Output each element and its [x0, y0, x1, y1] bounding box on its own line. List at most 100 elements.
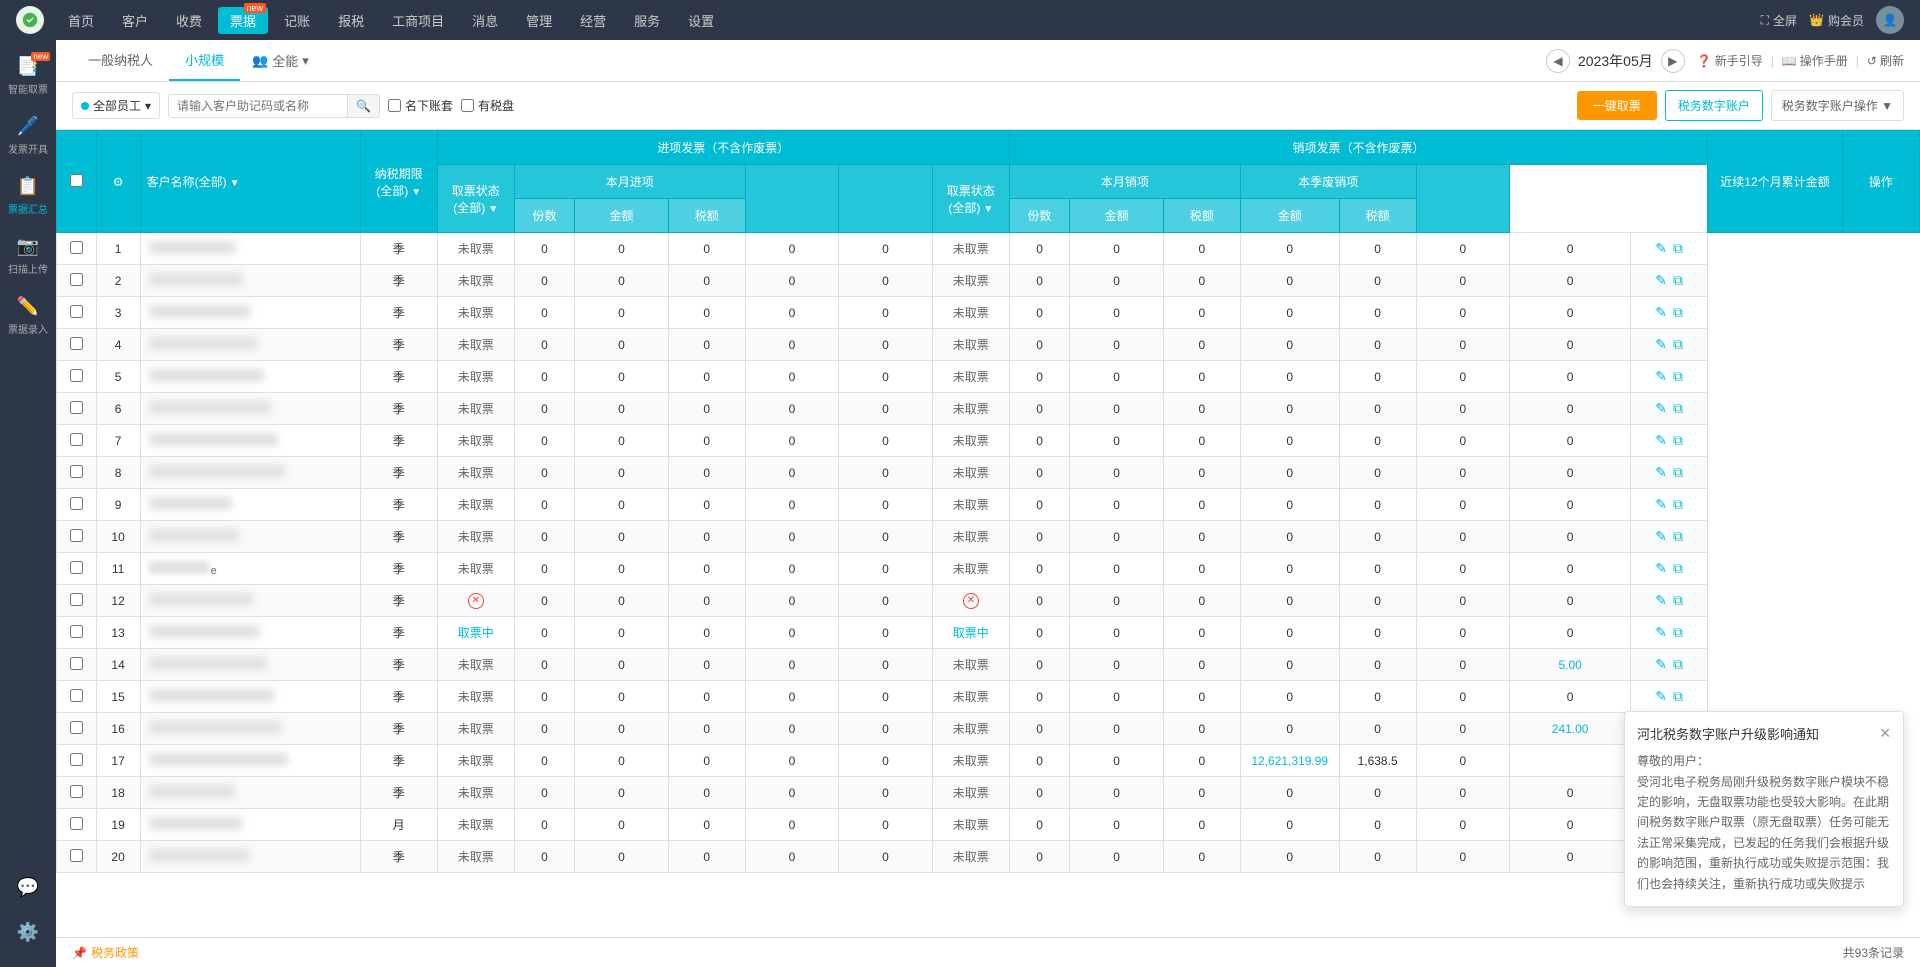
row-checkbox[interactable] — [70, 337, 83, 350]
edit-icon[interactable]: ✎ — [1655, 464, 1667, 481]
copy-icon[interactable]: ⧉ — [1673, 464, 1683, 481]
notification-close-button[interactable]: ✕ — [1879, 725, 1891, 742]
sidebar-item-invoice-open[interactable]: 🖊️ 发票开具 — [0, 108, 56, 164]
edit-icon[interactable]: ✎ — [1655, 496, 1667, 513]
one-click-tax-button[interactable]: 一键取票 — [1577, 91, 1657, 120]
row-checkbox[interactable] — [70, 497, 83, 510]
cumulative-link[interactable]: 241.00 — [1552, 722, 1589, 736]
guide-button[interactable]: ❓ 新手引导 — [1697, 52, 1763, 69]
sidebar-item-scan-upload[interactable]: 📷 扫描上传 — [0, 228, 56, 284]
sidebar-item-invoice-entry[interactable]: ✏️ 票据录入 — [0, 288, 56, 344]
employee-selector[interactable]: 全部员工 ▾ — [72, 92, 160, 119]
nav-item-customer[interactable]: 客户 — [110, 7, 160, 34]
nav-item-bookkeeping[interactable]: 记账 — [272, 7, 322, 34]
edit-icon[interactable]: ✎ — [1655, 560, 1667, 577]
row-checkbox[interactable] — [70, 849, 83, 862]
xiao-status-sort-icon[interactable]: ▼ — [983, 204, 993, 215]
row-checkbox[interactable] — [70, 593, 83, 606]
cumulative-link[interactable]: 5.00 — [1558, 658, 1581, 672]
row-checkbox[interactable] — [70, 785, 83, 798]
sidebar-item-setting[interactable]: ⚙️ — [13, 914, 43, 951]
copy-icon[interactable]: ⧉ — [1673, 400, 1683, 417]
edit-icon[interactable]: ✎ — [1655, 528, 1667, 545]
user-avatar[interactable]: 👤 — [1876, 6, 1904, 34]
status-unget: 未取票 — [953, 338, 989, 352]
row-checkbox[interactable] — [70, 753, 83, 766]
edit-icon[interactable]: ✎ — [1655, 240, 1667, 257]
nav-item-manage[interactable]: 管理 — [514, 7, 564, 34]
copy-icon[interactable]: ⧉ — [1673, 304, 1683, 321]
period-sort-icon[interactable]: ▼ — [411, 187, 421, 198]
sidebar-item-invoice-summary[interactable]: 📋 票据汇总 — [0, 168, 56, 224]
row-checkbox[interactable] — [70, 561, 83, 574]
edit-icon[interactable]: ✎ — [1655, 272, 1667, 289]
policy-link[interactable]: 📌 税务政策 — [72, 944, 139, 961]
edit-icon[interactable]: ✎ — [1655, 432, 1667, 449]
search-input[interactable] — [168, 94, 348, 118]
has-taxdisk-checkbox[interactable]: 有税盘 — [461, 97, 514, 114]
name-sort-icon[interactable]: ▼ — [230, 178, 240, 189]
copy-icon[interactable]: ⧉ — [1673, 560, 1683, 577]
refresh-button[interactable]: ↺ 刷新 — [1867, 52, 1904, 69]
copy-icon[interactable]: ⧉ — [1673, 496, 1683, 513]
period-prev-button[interactable]: ◀ — [1546, 49, 1570, 73]
fei-amount-link[interactable]: 12,621,319.99 — [1251, 754, 1328, 768]
row-checkbox[interactable] — [70, 433, 83, 446]
period-next-button[interactable]: ▶ — [1661, 49, 1685, 73]
tab-allround[interactable]: 👥 全能 ▾ — [240, 41, 321, 80]
named-accounts-checkbox[interactable]: 名下账套 — [388, 97, 453, 114]
row-checkbox[interactable] — [70, 529, 83, 542]
edit-icon[interactable]: ✎ — [1655, 688, 1667, 705]
nav-item-tax[interactable]: 报税 — [326, 7, 376, 34]
tax-digital-account-button[interactable]: 税务数字账户 — [1665, 90, 1763, 121]
copy-icon[interactable]: ⧉ — [1673, 656, 1683, 673]
row-checkbox[interactable] — [70, 721, 83, 734]
nav-item-settings[interactable]: 设置 — [676, 7, 726, 34]
fullscreen-button[interactable]: ⛶ 全屏 — [1761, 12, 1797, 29]
nav-item-business[interactable]: 工商项目 — [380, 7, 456, 34]
manual-button[interactable]: 📖 操作手册 — [1782, 52, 1848, 69]
select-all-checkbox[interactable] — [70, 174, 83, 187]
tab-general-taxpayer[interactable]: 一般纳税人 — [72, 40, 169, 81]
row-checkbox[interactable] — [70, 273, 83, 286]
edit-icon[interactable]: ✎ — [1655, 368, 1667, 385]
row-checkbox[interactable] — [70, 657, 83, 670]
nav-item-message[interactable]: 消息 — [460, 7, 510, 34]
copy-icon[interactable]: ⧉ — [1673, 624, 1683, 641]
search-button[interactable]: 🔍 — [347, 94, 380, 118]
copy-icon[interactable]: ⧉ — [1673, 368, 1683, 385]
edit-icon[interactable]: ✎ — [1655, 400, 1667, 417]
nav-item-invoice[interactable]: 票据 new — [218, 7, 268, 34]
nav-item-service[interactable]: 服务 — [622, 7, 672, 34]
edit-icon[interactable]: ✎ — [1655, 304, 1667, 321]
row-checkbox[interactable] — [70, 625, 83, 638]
row-checkbox[interactable] — [70, 305, 83, 318]
edit-icon[interactable]: ✎ — [1655, 624, 1667, 641]
edit-icon[interactable]: ✎ — [1655, 656, 1667, 673]
copy-icon[interactable]: ⧉ — [1673, 432, 1683, 449]
jinx-status-sort-icon[interactable]: ▼ — [488, 204, 498, 215]
copy-icon[interactable]: ⧉ — [1673, 240, 1683, 257]
tab-small-scale[interactable]: 小规模 — [169, 40, 240, 81]
tax-digital-account-op-button[interactable]: 税务数字账户操作 ▼ — [1771, 90, 1904, 121]
copy-icon[interactable]: ⧉ — [1673, 688, 1683, 705]
copy-icon[interactable]: ⧉ — [1673, 528, 1683, 545]
row-checkbox[interactable] — [70, 369, 83, 382]
row-checkbox[interactable] — [70, 401, 83, 414]
edit-icon[interactable]: ✎ — [1655, 592, 1667, 609]
nav-item-home[interactable]: 首页 — [56, 7, 106, 34]
vip-button[interactable]: 👑 购会员 — [1809, 12, 1864, 29]
nav-item-operation[interactable]: 经营 — [568, 7, 618, 34]
settings-col-icon[interactable]: ⚙ — [113, 175, 124, 189]
edit-icon[interactable]: ✎ — [1655, 336, 1667, 353]
copy-icon[interactable]: ⧉ — [1673, 592, 1683, 609]
row-checkbox[interactable] — [70, 817, 83, 830]
copy-icon[interactable]: ⧉ — [1673, 336, 1683, 353]
row-checkbox[interactable] — [70, 241, 83, 254]
sidebar-item-smart-ticket[interactable]: 📑 智能取票 new — [0, 48, 56, 104]
nav-item-fee[interactable]: 收费 — [164, 7, 214, 34]
row-checkbox[interactable] — [70, 689, 83, 702]
sidebar-item-msg[interactable]: 💬 — [13, 869, 43, 906]
copy-icon[interactable]: ⧉ — [1673, 272, 1683, 289]
row-checkbox[interactable] — [70, 465, 83, 478]
